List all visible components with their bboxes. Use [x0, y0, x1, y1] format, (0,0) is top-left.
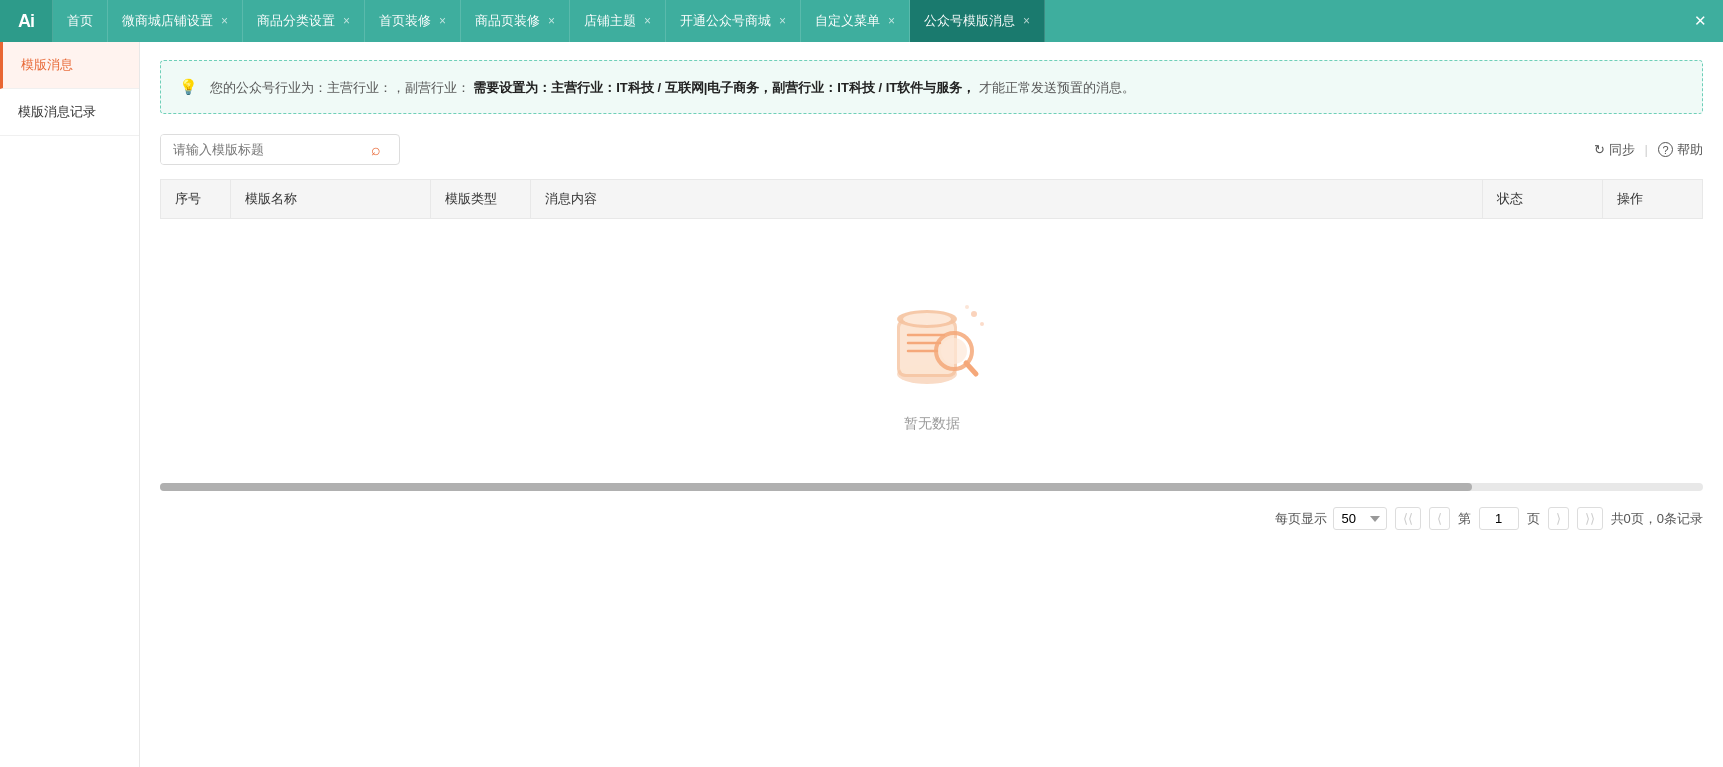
logo-tab[interactable]: Ai [0, 0, 53, 42]
close-all-tabs-button[interactable]: ✕ [1678, 12, 1723, 30]
search-actions: ↻ 同步 | ? 帮助 [1594, 141, 1703, 159]
actions-divider: | [1645, 142, 1648, 157]
search-icon: ⌕ [371, 141, 381, 158]
svg-point-13 [965, 305, 969, 309]
search-bar: ⌕ ↻ 同步 | ? 帮助 [160, 134, 1703, 165]
nav-tab-shop-theme-label: 店铺主题 [584, 12, 636, 30]
sync-label: 同步 [1609, 141, 1635, 159]
nav-tab-open-mall-label: 开通公众号商城 [680, 12, 771, 30]
nav-tab-wshop-close[interactable]: × [221, 14, 228, 28]
notice-box: 💡 您的公众号行业为：主营行业：，副营行业： 需要设置为：主营行业：IT科技 /… [160, 60, 1703, 114]
help-circle-icon: ? [1658, 142, 1673, 157]
nav-tab-open-mall[interactable]: 开通公众号商城 × [666, 0, 801, 42]
sidebar-item-template-msg-log-label: 模版消息记录 [18, 104, 96, 119]
empty-state-icon [872, 279, 992, 399]
nav-tab-home[interactable]: 首页 [53, 0, 108, 42]
notice-suffix: 才能正常发送预置的消息。 [979, 80, 1135, 95]
empty-text: 暂无数据 [161, 415, 1703, 433]
nav-tab-wshop-label: 微商城店铺设置 [122, 12, 213, 30]
nav-tab-template-msg[interactable]: 公众号模版消息 × [910, 0, 1045, 42]
empty-row: 暂无数据 [161, 219, 1703, 474]
nav-tab-category-label: 商品分类设置 [257, 12, 335, 30]
nav-tab-home-decor[interactable]: 首页装修 × [365, 0, 461, 42]
data-table: 序号 模版名称 模版类型 消息内容 状态 操作 [160, 179, 1703, 473]
nav-tab-product-decor-label: 商品页装修 [475, 12, 540, 30]
nav-tab-custom-menu-close[interactable]: × [888, 14, 895, 28]
help-label: 帮助 [1677, 141, 1703, 159]
per-page-select[interactable]: 50 10 20 100 [1333, 507, 1387, 530]
col-content: 消息内容 [531, 180, 1483, 219]
nav-tab-shop-theme[interactable]: 店铺主题 × [570, 0, 666, 42]
nav-tab-custom-menu[interactable]: 自定义菜单 × [801, 0, 910, 42]
nav-tab-category-close[interactable]: × [343, 14, 350, 28]
current-page-input[interactable] [1479, 507, 1519, 530]
sync-button[interactable]: ↻ 同步 [1594, 141, 1635, 159]
svg-point-12 [980, 322, 984, 326]
prev-page-button[interactable]: ⟨ [1429, 507, 1450, 530]
page-label: 第 [1458, 510, 1471, 528]
search-input[interactable] [161, 135, 361, 164]
nav-tab-wshop[interactable]: 微商城店铺设置 × [108, 0, 243, 42]
notice-prefix: 您的公众号行业为：主营行业：，副营行业： [210, 80, 470, 95]
svg-point-9 [941, 338, 967, 364]
nav-tab-open-mall-close[interactable]: × [779, 14, 786, 28]
logo-text: Ai [18, 11, 34, 32]
main-layout: 模版消息 模版消息记录 💡 您的公众号行业为：主营行业：，副营行业： 需要设置为… [0, 42, 1723, 767]
search-input-wrap: ⌕ [160, 134, 400, 165]
nav-tab-custom-menu-label: 自定义菜单 [815, 12, 880, 30]
svg-point-11 [971, 311, 977, 317]
sidebar: 模版消息 模版消息记录 [0, 42, 140, 767]
nav-tab-product-decor[interactable]: 商品页装修 × [461, 0, 570, 42]
page-suffix: 页 [1527, 510, 1540, 528]
nav-tab-category[interactable]: 商品分类设置 × [243, 0, 365, 42]
col-name: 模版名称 [231, 180, 431, 219]
sidebar-item-template-msg-log[interactable]: 模版消息记录 [0, 89, 139, 136]
last-page-button[interactable]: ⟩⟩ [1577, 507, 1603, 530]
notice-bulb-icon: 💡 [179, 78, 198, 95]
top-navigation: Ai 首页 微商城店铺设置 × 商品分类设置 × 首页装修 × 商品页装修 × … [0, 0, 1723, 42]
col-status: 状态 [1483, 180, 1603, 219]
nav-tab-shop-theme-close[interactable]: × [644, 14, 651, 28]
total-info: 共0页，0条记录 [1611, 510, 1703, 528]
nav-tab-product-decor-close[interactable]: × [548, 14, 555, 28]
svg-point-4 [903, 313, 951, 325]
search-button[interactable]: ⌕ [361, 141, 391, 159]
pagination: 每页显示 50 10 20 100 ⟨⟨ ⟨ 第 页 ⟩ ⟩⟩ 共0页，0条记录 [160, 507, 1703, 530]
content-area: 💡 您的公众号行业为：主营行业：，副营行业： 需要设置为：主营行业：IT科技 /… [140, 42, 1723, 767]
sidebar-item-template-msg[interactable]: 模版消息 [0, 42, 139, 89]
next-page-button[interactable]: ⟩ [1548, 507, 1569, 530]
help-button[interactable]: ? 帮助 [1658, 141, 1703, 159]
col-type: 模版类型 [431, 180, 531, 219]
nav-tab-template-msg-label: 公众号模版消息 [924, 12, 1015, 30]
table-header-row: 序号 模版名称 模版类型 消息内容 状态 操作 [161, 180, 1703, 219]
col-seq: 序号 [161, 180, 231, 219]
sidebar-item-template-msg-label: 模版消息 [21, 57, 73, 72]
nav-tab-home-decor-label: 首页装修 [379, 12, 431, 30]
empty-state: 暂无数据 [161, 219, 1703, 473]
nav-tab-home-decor-close[interactable]: × [439, 14, 446, 28]
first-page-button[interactable]: ⟨⟨ [1395, 507, 1421, 530]
nav-tab-template-msg-close[interactable]: × [1023, 14, 1030, 28]
sync-icon: ↻ [1594, 142, 1605, 157]
svg-line-10 [966, 363, 976, 374]
horizontal-scrollbar[interactable] [160, 483, 1703, 491]
col-action: 操作 [1603, 180, 1703, 219]
per-page-select-wrap: 每页显示 50 10 20 100 [1275, 507, 1387, 530]
nav-tab-home-label: 首页 [67, 12, 93, 30]
notice-highlight: 需要设置为：主营行业：IT科技 / 互联网|电子商务，副营行业：IT科技 / I… [473, 80, 975, 95]
per-page-label: 每页显示 [1275, 510, 1327, 528]
scrollbar-thumb[interactable] [160, 483, 1472, 491]
